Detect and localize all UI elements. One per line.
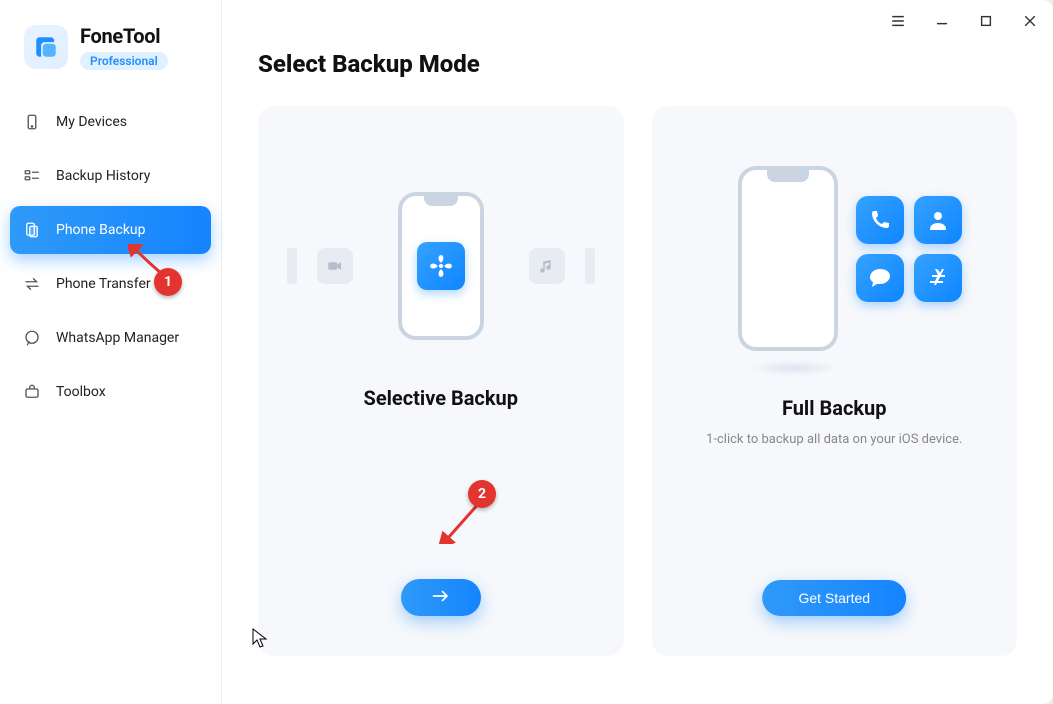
sidebar-item-toolbox[interactable]: Toolbox — [10, 368, 211, 416]
selective-backup-title: Selective Backup — [364, 386, 518, 410]
fan-app-icon — [417, 242, 465, 290]
full-backup-card[interactable]: Full Backup 1-click to backup all data o… — [652, 106, 1018, 656]
transfer-icon — [22, 274, 42, 294]
annotation-step-1: 1 — [154, 268, 182, 296]
app-window: FoneTool Professional My Devices Backup … — [0, 0, 1053, 704]
history-icon — [22, 166, 42, 186]
selective-backup-card[interactable]: Selective Backup — [258, 106, 624, 656]
maximize-button[interactable] — [973, 8, 999, 34]
minimize-button[interactable] — [929, 8, 955, 34]
toolbox-icon — [22, 382, 42, 402]
backup-mode-cards: Selective Backup — [258, 106, 1017, 656]
hamburger-menu-icon[interactable] — [885, 8, 911, 34]
sidebar-nav: My Devices Backup History Phone Backup P… — [0, 98, 221, 416]
video-icon — [317, 248, 353, 284]
full-backup-title: Full Backup — [782, 396, 887, 420]
device-icon — [22, 112, 42, 132]
annotation-step-2: 2 — [468, 480, 496, 508]
main-content: Select Backup Mode — [222, 0, 1053, 704]
sidebar-item-phone-backup[interactable]: Phone Backup — [10, 206, 211, 254]
brand: FoneTool Professional — [0, 24, 221, 70]
sidebar-item-label: WhatsApp Manager — [56, 330, 179, 346]
contacts-app-icon — [914, 196, 962, 244]
brand-name: FoneTool — [80, 24, 168, 48]
sidebar-item-label: Backup History — [56, 168, 150, 184]
selective-backup-illustration — [331, 166, 551, 366]
phone-app-icon — [856, 196, 904, 244]
phone-large-icon — [738, 166, 838, 351]
window-controls — [885, 8, 1043, 34]
close-button[interactable] — [1017, 8, 1043, 34]
button-label: Get Started — [798, 590, 870, 606]
appstore-app-icon — [914, 254, 962, 302]
full-backup-illustration — [714, 166, 954, 376]
app-logo-icon — [24, 25, 68, 69]
sidebar-item-label: My Devices — [56, 114, 127, 130]
full-backup-start-button[interactable]: Get Started — [762, 580, 906, 616]
page-title: Select Backup Mode — [258, 50, 1017, 78]
music-icon — [529, 248, 565, 284]
phone-icon — [398, 192, 484, 340]
sidebar: FoneTool Professional My Devices Backup … — [0, 0, 222, 704]
sidebar-item-label: Phone Backup — [56, 222, 146, 238]
selective-backup-start-button[interactable] — [401, 579, 481, 616]
sidebar-item-label: Phone Transfer — [56, 276, 151, 292]
sidebar-item-my-devices[interactable]: My Devices — [10, 98, 211, 146]
sidebar-item-backup-history[interactable]: Backup History — [10, 152, 211, 200]
sidebar-item-whatsapp-manager[interactable]: WhatsApp Manager — [10, 314, 211, 362]
messages-app-icon — [856, 254, 904, 302]
whatsapp-icon — [22, 328, 42, 348]
brand-edition-badge: Professional — [80, 52, 168, 70]
backup-icon — [22, 220, 42, 240]
sidebar-item-label: Toolbox — [56, 384, 106, 400]
arrow-right-icon — [432, 589, 450, 606]
mouse-cursor-icon — [252, 628, 268, 654]
full-backup-subtitle: 1-click to backup all data on your iOS d… — [666, 432, 1002, 447]
